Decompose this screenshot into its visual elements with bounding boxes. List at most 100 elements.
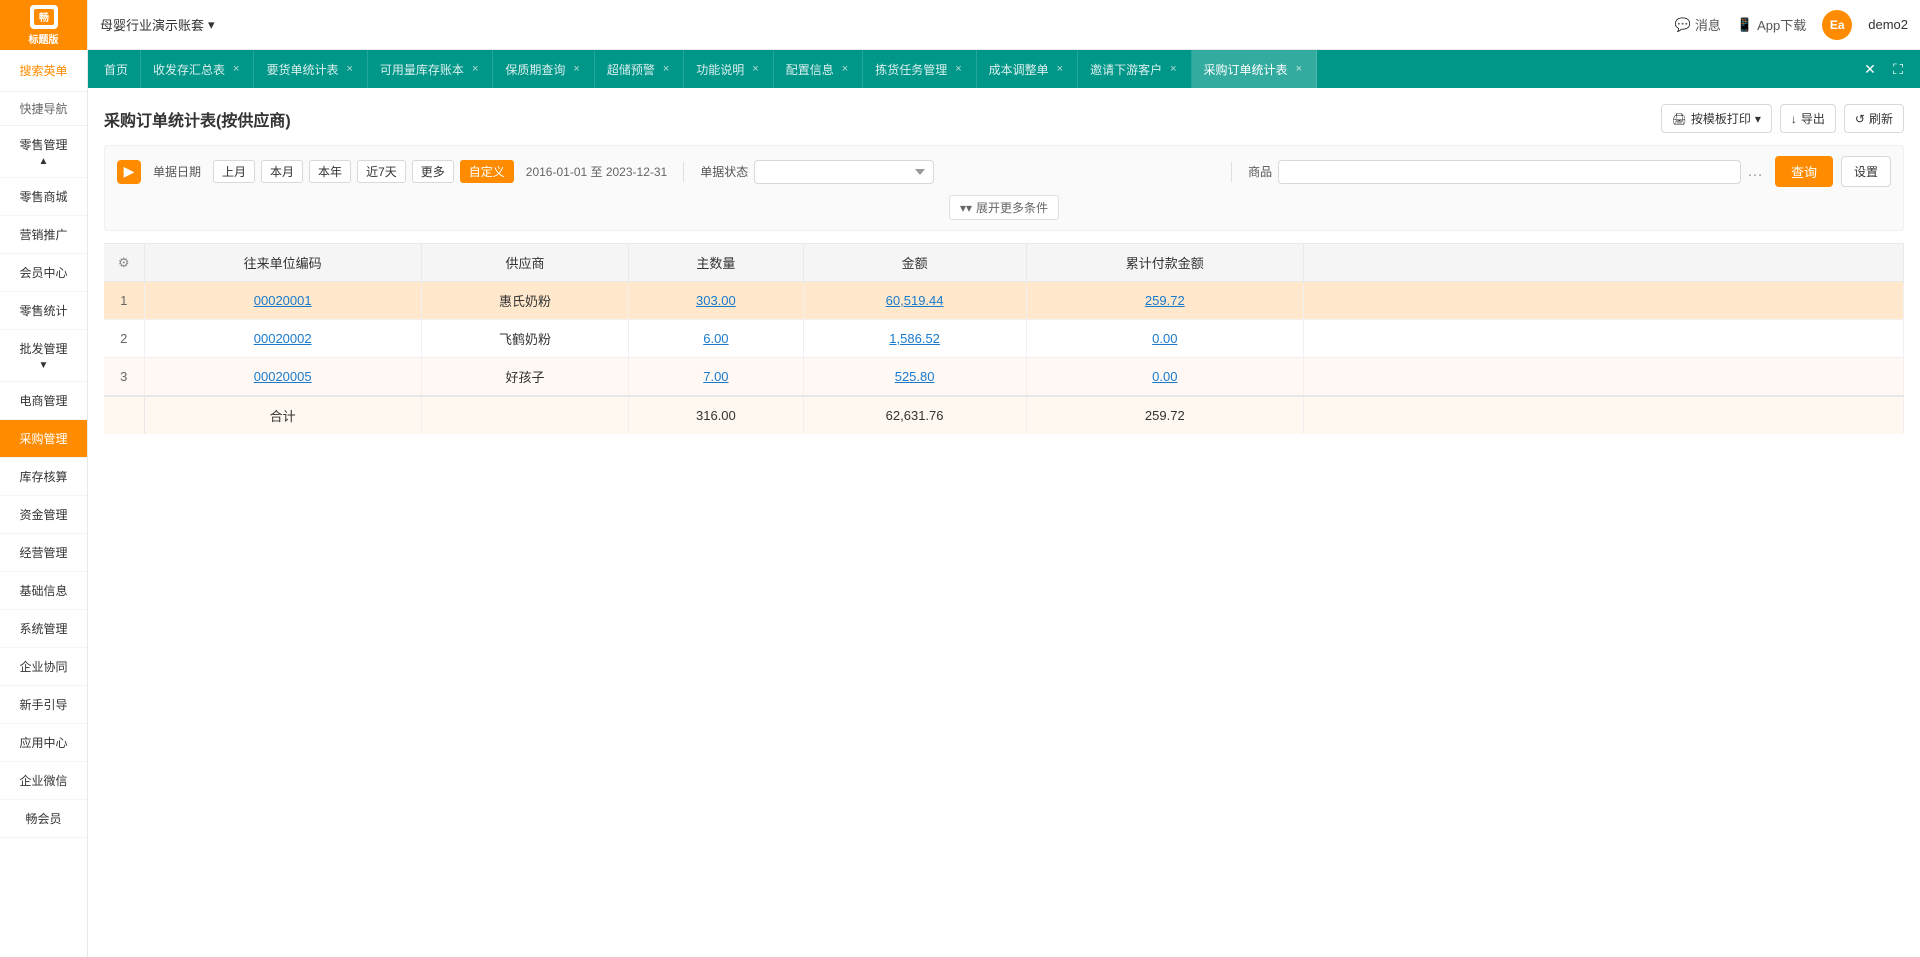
tab-cost-adjust[interactable]: 成本调整单 ×	[977, 50, 1078, 88]
tab-receive-send[interactable]: 收发存汇总表 ×	[141, 50, 254, 88]
expand-more-button[interactable]: ▾▾ 展开更多条件	[949, 195, 1059, 220]
sidebar-item-guide[interactable]: 新手引导	[0, 686, 87, 724]
refresh-icon: ↺	[1855, 112, 1865, 126]
sidebar-item-operations[interactable]: 经营管理	[0, 534, 87, 572]
table-row[interactable]: 3 00020005 好孩子 7.00 525.80 0.00	[104, 358, 1904, 397]
row-qty[interactable]: 6.00	[629, 320, 803, 358]
tab-purchase-stats[interactable]: 要货单统计表 ×	[254, 50, 367, 88]
row-num: 2	[104, 320, 144, 358]
filter-divider-2	[1231, 162, 1232, 182]
sidebar-item-finance[interactable]: 资金管理	[0, 496, 87, 534]
sidebar-item-member[interactable]: 会员中心	[0, 254, 87, 292]
tab-picking-close[interactable]: ×	[953, 62, 963, 76]
seven-days-button[interactable]: 近7天	[357, 160, 406, 183]
tab-function-close[interactable]: ×	[750, 62, 760, 76]
page-header: 采购订单统计表(按供应商) 🖨 按模板打印 ▾ ↓ 导出 ↺ 刷新	[104, 104, 1904, 133]
tab-invite-close[interactable]: ×	[1168, 62, 1178, 76]
col-extra	[1304, 244, 1904, 282]
tab-home[interactable]: 首页	[92, 50, 141, 88]
tab-invite-downstream[interactable]: 邀请下游客户 ×	[1078, 50, 1191, 88]
row-paid[interactable]: 0.00	[1026, 358, 1303, 397]
tab-cost-close[interactable]: ×	[1055, 62, 1065, 76]
sidebar-item-retail-stats[interactable]: 零售统计	[0, 292, 87, 330]
table-row[interactable]: 1 00020001 惠氏奶粉 303.00 60,519.44 259.72	[104, 282, 1904, 320]
tab-function-desc[interactable]: 功能说明 ×	[684, 50, 773, 88]
footer-empty-2	[421, 396, 628, 434]
table-row[interactable]: 2 00020002 飞鹤奶粉 6.00 1,586.52 0.00	[104, 320, 1904, 358]
filter-bar: ▶ 单据日期 上月 本月 本年 近7天 更多 自定义 2016-01-01 至 …	[104, 145, 1904, 231]
col-settings[interactable]: ⚙	[104, 244, 144, 282]
row-qty[interactable]: 7.00	[629, 358, 803, 397]
tab-purchase-order-close[interactable]: ×	[1294, 62, 1304, 76]
sidebar-item-inventory[interactable]: 库存核算	[0, 458, 87, 496]
print-button[interactable]: 🖨 按模板打印 ▾	[1661, 104, 1772, 133]
row-code[interactable]: 00020005	[144, 358, 421, 397]
filter-toggle-button[interactable]: ▶	[117, 160, 141, 184]
last-month-button[interactable]: 上月	[213, 160, 255, 183]
footer-label: 合计	[144, 396, 421, 434]
tab-receive-send-close[interactable]: ×	[231, 62, 241, 76]
tab-overstock-warning[interactable]: 超储预警 ×	[595, 50, 684, 88]
sidebar-item-marketing[interactable]: 营销推广	[0, 216, 87, 254]
company-selector[interactable]: 母婴行业演示账套 ▾	[100, 15, 215, 34]
content-area: 采购订单统计表(按供应商) 🖨 按模板打印 ▾ ↓ 导出 ↺ 刷新	[88, 88, 1920, 957]
row-amount[interactable]: 1,586.52	[803, 320, 1026, 358]
tab-invite-label: 邀请下游客户	[1090, 61, 1162, 78]
sidebar-item-retail-shop[interactable]: 零售商城	[0, 178, 87, 216]
row-paid[interactable]: 259.72	[1026, 282, 1303, 320]
tab-shelf-life[interactable]: 保质期查询 ×	[493, 50, 594, 88]
date-filter-label: 单据日期	[153, 163, 201, 180]
search-menu-label[interactable]: 搜索英单	[6, 58, 81, 83]
sidebar-item-wechat[interactable]: 企业微信	[0, 762, 87, 800]
page-title: 采购订单统计表(按供应商)	[104, 107, 291, 131]
tab-config-info[interactable]: 配置信息 ×	[774, 50, 863, 88]
footer-qty: 316.00	[629, 396, 803, 434]
tab-picking-task[interactable]: 拣货任务管理 ×	[863, 50, 976, 88]
search-button[interactable]: 查询	[1775, 156, 1833, 187]
tab-config-label: 配置信息	[786, 61, 834, 78]
tab-config-close[interactable]: ×	[840, 62, 850, 76]
more-dates-button[interactable]: 更多	[412, 160, 454, 183]
data-table: ⚙ 往来单位编码 供应商 主数量 金额 累计付款金额 1 00020001 惠氏…	[104, 243, 1904, 434]
tab-available-stock-close[interactable]: ×	[470, 62, 480, 76]
tab-shelf-life-close[interactable]: ×	[571, 62, 581, 76]
user-avatar[interactable]: Ea	[1822, 10, 1852, 40]
sidebar-item-basic[interactable]: 基础信息	[0, 572, 87, 610]
sidebar-item-retail[interactable]: 零售管理 ▲	[0, 126, 87, 178]
tab-purchase-order-stats[interactable]: 采购订单统计表 ×	[1192, 50, 1317, 88]
tab-maximize-button[interactable]: ⛶	[1886, 57, 1910, 81]
export-button[interactable]: ↓ 导出	[1780, 104, 1836, 133]
goods-input-more-icon[interactable]: …	[1747, 163, 1763, 181]
row-code[interactable]: 00020002	[144, 320, 421, 358]
tab-home-label: 首页	[104, 61, 128, 78]
sidebar-item-wholesale[interactable]: 批发管理 ▼	[0, 330, 87, 382]
row-qty[interactable]: 303.00	[629, 282, 803, 320]
this-month-button[interactable]: 本月	[261, 160, 303, 183]
tab-overstock-close[interactable]: ×	[661, 62, 671, 76]
app-download-button[interactable]: 📱 App下载	[1737, 15, 1806, 34]
col-qty: 主数量	[629, 244, 803, 282]
sidebar-item-vip[interactable]: 畅会员	[0, 800, 87, 838]
row-code[interactable]: 00020001	[144, 282, 421, 320]
tab-overstock-label: 超储预警	[607, 61, 655, 78]
tab-available-stock[interactable]: 可用量库存账本 ×	[368, 50, 493, 88]
sidebar-item-system[interactable]: 系统管理	[0, 610, 87, 648]
message-button[interactable]: 💬 消息	[1675, 15, 1721, 34]
this-year-button[interactable]: 本年	[309, 160, 351, 183]
row-amount[interactable]: 525.80	[803, 358, 1026, 397]
sidebar-item-app-center[interactable]: 应用中心	[0, 724, 87, 762]
row-amount[interactable]: 60,519.44	[803, 282, 1026, 320]
sidebar-item-ecommerce[interactable]: 电商管理	[0, 382, 87, 420]
row-paid[interactable]: 0.00	[1026, 320, 1303, 358]
sidebar-item-enterprise[interactable]: 企业协同	[0, 648, 87, 686]
status-select[interactable]	[754, 160, 934, 184]
user-name[interactable]: demo2	[1868, 17, 1908, 32]
settings-button[interactable]: 设置	[1841, 156, 1891, 187]
goods-input[interactable]	[1278, 160, 1741, 184]
refresh-button[interactable]: ↺ 刷新	[1844, 104, 1904, 133]
tab-purchase-stats-close[interactable]: ×	[344, 62, 354, 76]
logo-label: 标题版	[29, 31, 59, 46]
tab-close-all-button[interactable]: ✕	[1858, 57, 1882, 81]
sidebar-item-purchase[interactable]: 采购管理	[0, 420, 87, 458]
tab-bar: 首页 收发存汇总表 × 要货单统计表 × 可用量库存账本 × 保质期查询 × 超…	[88, 50, 1920, 88]
